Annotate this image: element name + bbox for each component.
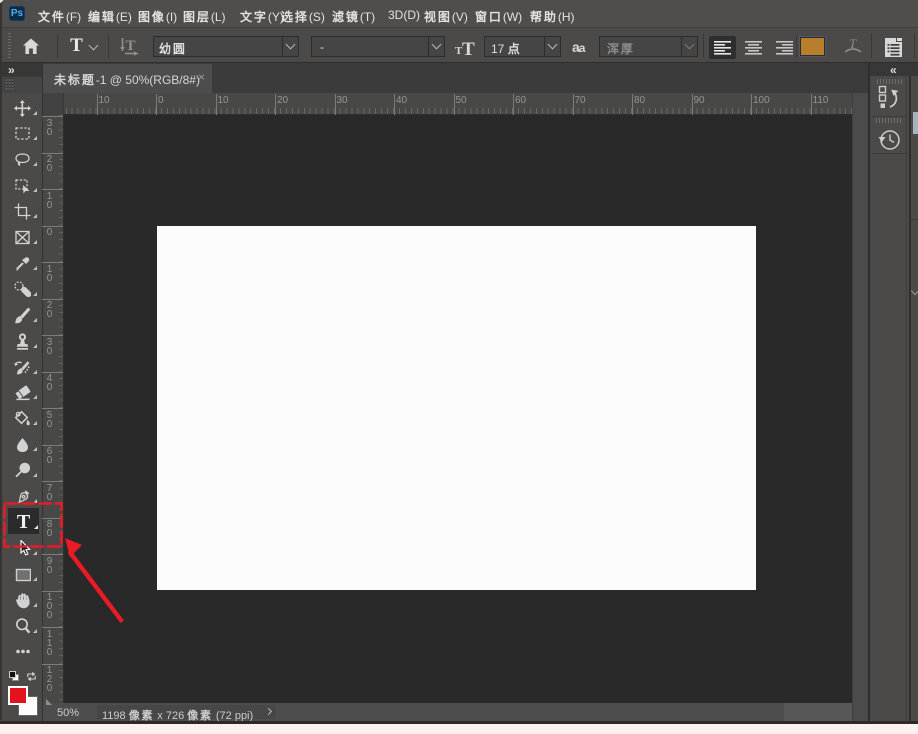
svg-text:T: T bbox=[462, 39, 475, 56]
svg-text:T: T bbox=[849, 37, 857, 51]
